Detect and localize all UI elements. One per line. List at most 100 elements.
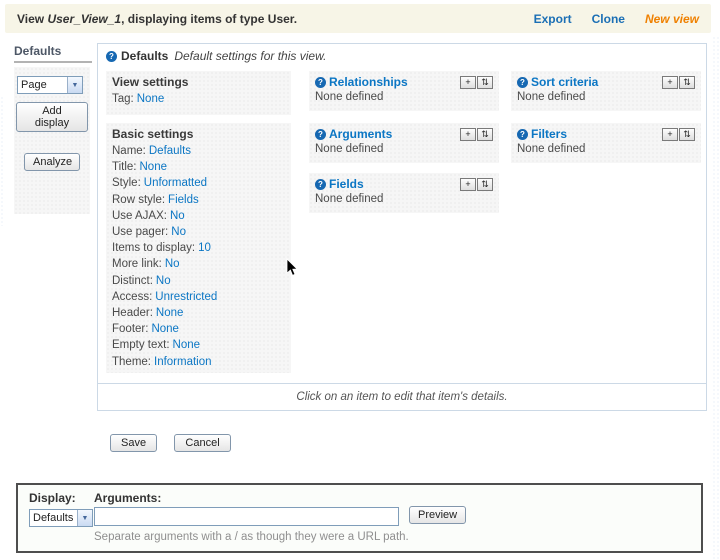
preview-button[interactable]: Preview xyxy=(409,506,467,524)
setting-value-link[interactable]: None xyxy=(173,339,201,351)
display-controls-panel: Page ▼ Add display Analyze xyxy=(14,67,90,214)
sort-criteria-add-icon[interactable]: + xyxy=(662,76,678,89)
clone-link[interactable]: Clone xyxy=(592,12,625,26)
sort-criteria-empty: None defined xyxy=(517,91,586,103)
setting-label: Empty text: xyxy=(112,339,170,352)
sort-criteria-rearrange-icon[interactable]: ⇅ xyxy=(679,76,695,89)
setting-label: Title: xyxy=(112,161,137,174)
arguments-input[interactable] xyxy=(94,507,399,526)
help-icon[interactable]: ? xyxy=(315,179,326,190)
arguments-box: ? Arguments + ⇅ None defined xyxy=(309,123,499,163)
relationships-add-icon[interactable]: + xyxy=(460,76,476,89)
setting-label: Access: xyxy=(112,290,153,303)
setting-row: Row style: Fields xyxy=(112,192,285,208)
form-actions: Save Cancel xyxy=(110,434,245,452)
analyze-button[interactable]: Analyze xyxy=(24,153,80,171)
arguments-label: Arguments: xyxy=(94,491,162,505)
preview-display-select-value: Defaults xyxy=(33,512,74,524)
setting-value-link[interactable]: No xyxy=(156,275,171,287)
header-links: Export Clone New view xyxy=(534,12,699,26)
setting-value-link[interactable]: Unformatted xyxy=(144,177,207,189)
setting-value-link[interactable]: None xyxy=(151,323,179,335)
arguments-add-icon[interactable]: + xyxy=(460,128,476,141)
arguments-rearrange-icon[interactable]: ⇅ xyxy=(477,128,493,141)
filters-add-icon[interactable]: + xyxy=(662,128,678,141)
view-title: View User_View_1, displaying items of ty… xyxy=(17,12,297,26)
help-icon[interactable]: ? xyxy=(517,77,528,88)
setting-value-link[interactable]: None xyxy=(156,307,184,319)
filters-title-link[interactable]: Filters xyxy=(531,127,567,141)
save-button[interactable]: Save xyxy=(110,434,158,452)
setting-row: Access: Unrestricted xyxy=(112,289,285,305)
setting-row: Theme: Information xyxy=(112,354,285,370)
relationships-head: ? Relationships xyxy=(315,75,408,89)
setting-value-link[interactable]: No xyxy=(170,210,185,222)
arguments-head: ? Arguments xyxy=(315,127,392,141)
arguments-empty: None defined xyxy=(315,143,384,155)
setting-value-link[interactable]: Fields xyxy=(168,194,199,206)
setting-value-link[interactable]: No xyxy=(165,258,180,270)
help-icon[interactable]: ? xyxy=(517,129,528,140)
view-title-suffix: , displaying items of type User. xyxy=(121,11,298,26)
setting-value-link[interactable]: Information xyxy=(154,356,212,368)
setting-row: More link: No xyxy=(112,256,285,272)
view-settings-title: View settings xyxy=(112,75,189,89)
relationships-rearrange-icon[interactable]: ⇅ xyxy=(477,76,493,89)
export-link[interactable]: Export xyxy=(534,12,572,26)
relationships-title-link[interactable]: Relationships xyxy=(329,75,408,89)
setting-row: Title: None xyxy=(112,159,285,175)
setting-label: Header: xyxy=(112,307,153,320)
view-title-prefix: View xyxy=(17,11,48,26)
view-name: User_View_1 xyxy=(47,11,122,26)
setting-label: Items to display: xyxy=(112,242,196,255)
relationships-empty: None defined xyxy=(315,91,384,103)
setting-row: Use pager: No xyxy=(112,224,285,240)
setting-label: Use pager: xyxy=(112,226,169,239)
views-ui-page: View User_View_1, displaying items of ty… xyxy=(0,0,720,560)
fields-box: ? Fields + ⇅ None defined xyxy=(309,173,499,213)
section-subtitle: Default settings for this view. xyxy=(174,49,327,63)
display-label: Display: xyxy=(29,491,76,505)
panel-footer-note: Click on an item to edit that item's det… xyxy=(98,383,706,410)
display-type-select[interactable]: Page ▼ xyxy=(17,76,83,94)
preview-display-select[interactable]: Defaults ▼ xyxy=(29,509,93,527)
arguments-description: Separate arguments with a / as though th… xyxy=(94,531,409,543)
setting-row: Items to display: 10 xyxy=(112,240,285,256)
setting-label: Theme: xyxy=(112,355,151,368)
setting-label: Footer: xyxy=(112,323,149,336)
setting-label: More link: xyxy=(112,258,162,271)
setting-row: Use AJAX: No xyxy=(112,208,285,224)
fields-empty: None defined xyxy=(315,193,384,205)
fields-title-link[interactable]: Fields xyxy=(329,177,364,191)
panel-header: ? Defaults Default settings for this view. xyxy=(106,49,326,63)
setting-label: Use AJAX: xyxy=(112,209,167,222)
setting-value-link[interactable]: No xyxy=(171,226,186,238)
arguments-title-link[interactable]: Arguments xyxy=(329,127,392,141)
tab-defaults[interactable]: Defaults xyxy=(14,44,92,63)
setting-value-link[interactable]: None xyxy=(137,93,165,105)
filters-rearrange-icon[interactable]: ⇅ xyxy=(679,128,695,141)
sort-criteria-title-link[interactable]: Sort criteria xyxy=(531,75,598,89)
help-icon[interactable]: ? xyxy=(315,77,326,88)
setting-label: Row style: xyxy=(112,193,166,206)
mouse-cursor xyxy=(286,258,298,276)
chevron-down-icon: ▼ xyxy=(67,77,82,93)
help-icon[interactable]: ? xyxy=(315,129,326,140)
setting-row: Footer: None xyxy=(112,321,285,337)
view-header-bar: View User_View_1, displaying items of ty… xyxy=(5,4,711,33)
setting-value-link[interactable]: Defaults xyxy=(149,145,191,157)
setting-row: Distinct: No xyxy=(112,273,285,289)
filters-empty: None defined xyxy=(517,143,586,155)
setting-value-link[interactable]: Unrestricted xyxy=(155,291,217,303)
add-display-button[interactable]: Add display xyxy=(16,102,88,132)
help-icon[interactable]: ? xyxy=(106,51,117,62)
new-view-link[interactable]: New view xyxy=(645,12,699,26)
page-edge-pattern-left xyxy=(0,96,4,226)
fields-add-icon[interactable]: + xyxy=(460,178,476,191)
page-edge-pattern-right xyxy=(712,36,720,560)
fields-rearrange-icon[interactable]: ⇅ xyxy=(477,178,493,191)
cancel-button[interactable]: Cancel xyxy=(174,434,231,452)
setting-value-link[interactable]: None xyxy=(140,161,168,173)
setting-value-link[interactable]: 10 xyxy=(198,242,211,254)
filters-box: ? Filters + ⇅ None defined xyxy=(511,123,701,163)
